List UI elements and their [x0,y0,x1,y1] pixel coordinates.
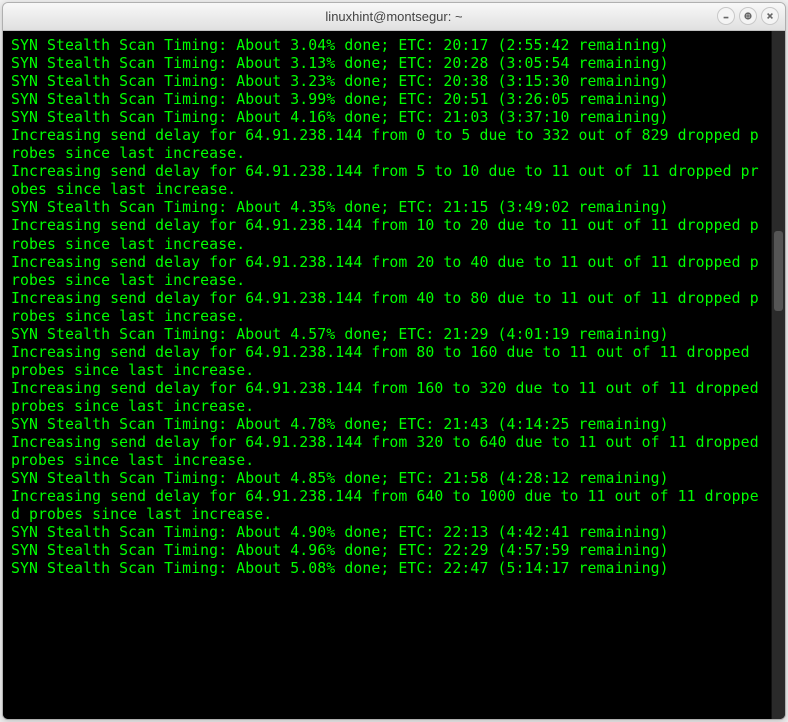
terminal-output[interactable]: SYN Stealth Scan Timing: About 3.04% don… [3,31,771,719]
close-button[interactable] [761,7,779,25]
window-title: linuxhint@montsegur: ~ [325,9,462,24]
close-icon [766,12,774,20]
minimize-button[interactable] [717,7,735,25]
window-controls [717,7,779,25]
terminal-window: linuxhint@montsegur: ~ SYN Stealth Scan … [2,2,786,720]
scrollbar[interactable] [771,31,785,719]
terminal-wrapper: SYN Stealth Scan Timing: About 3.04% don… [3,31,785,719]
maximize-button[interactable] [739,7,757,25]
scrollbar-thumb[interactable] [774,231,783,311]
maximize-icon [744,12,752,20]
titlebar[interactable]: linuxhint@montsegur: ~ [3,3,785,31]
minimize-icon [722,12,730,20]
